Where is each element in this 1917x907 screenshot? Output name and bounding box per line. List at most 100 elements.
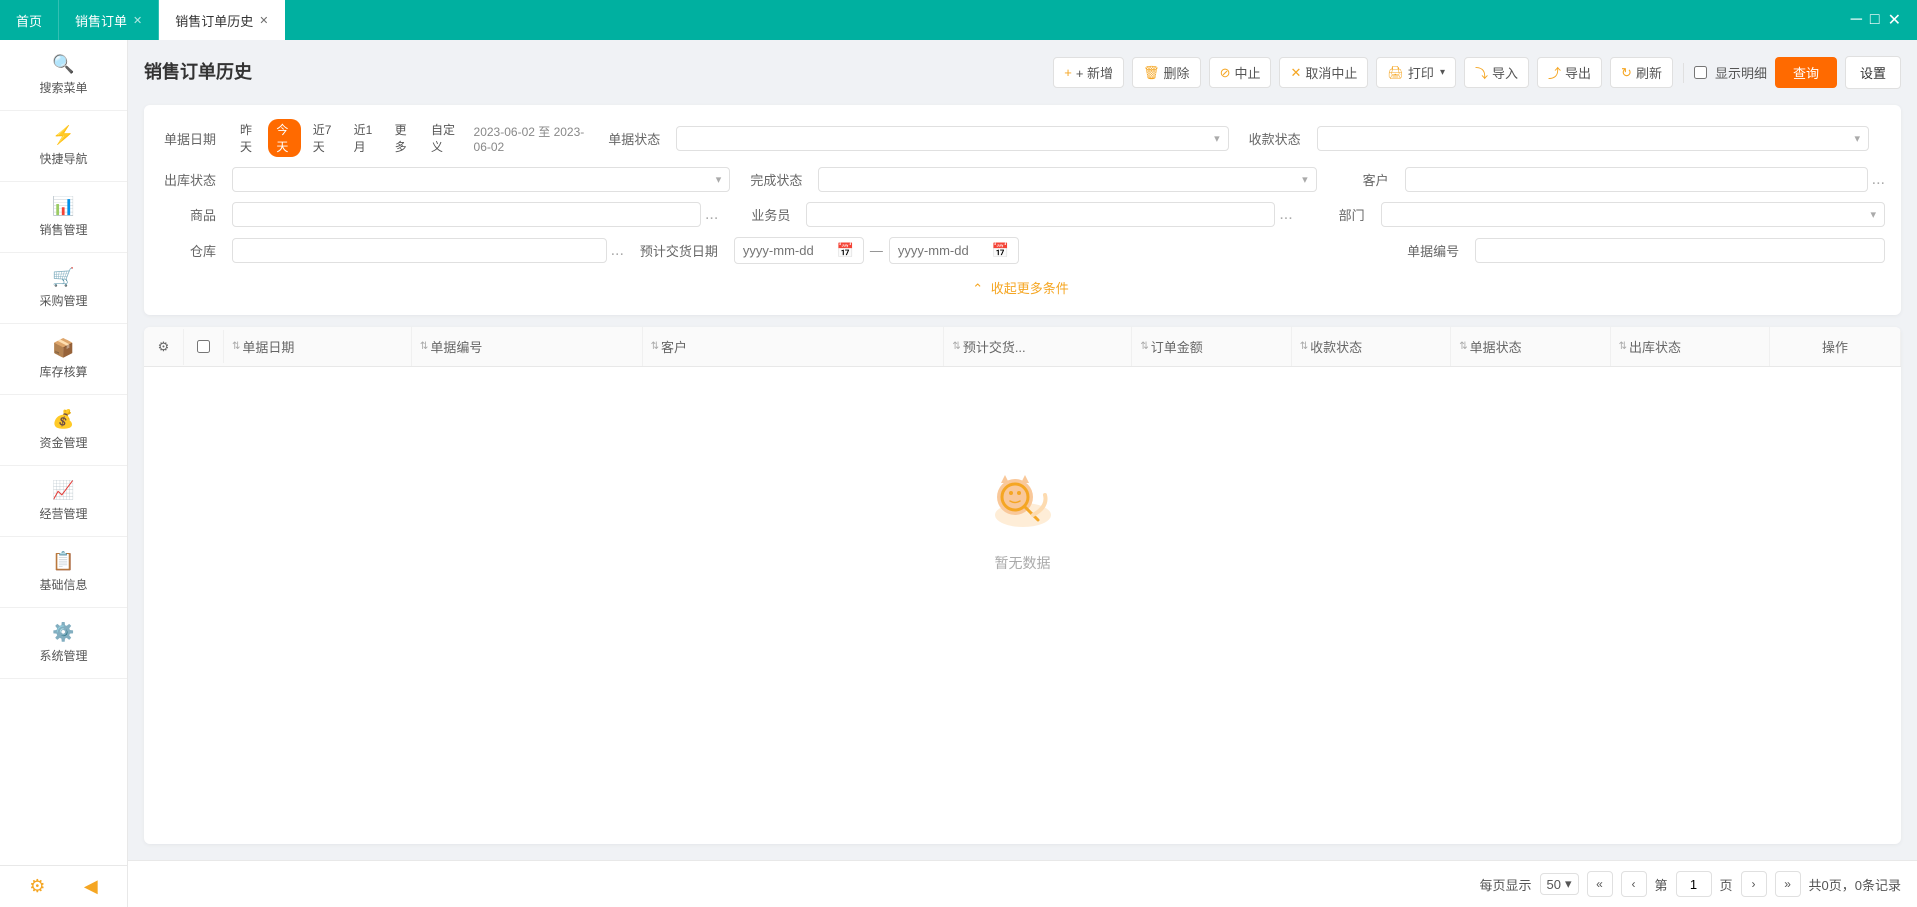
sidebar-item-label: 销售管理: [39, 221, 87, 238]
sidebar-item-purchase-mgmt[interactable]: 🛒 采购管理: [0, 253, 127, 324]
delivery-date-to-input[interactable]: [898, 243, 988, 258]
set-button[interactable]: 设置: [1845, 56, 1901, 89]
complete-status-arrow: ▾: [1302, 173, 1308, 186]
th-customer[interactable]: ⇅ 客户: [643, 327, 945, 366]
date-shortcut-custom[interactable]: 自定义: [423, 119, 464, 157]
date-shortcut-7days[interactable]: 近7天: [305, 119, 342, 157]
page-number-input[interactable]: [1676, 871, 1712, 897]
product-select[interactable]: [232, 202, 701, 227]
delete-button[interactable]: 🗑 删除: [1132, 57, 1201, 88]
select-all-checkbox[interactable]: [197, 340, 210, 353]
cancel-stop-button[interactable]: ✕ 取消中止: [1279, 57, 1368, 88]
delivery-date-from-input[interactable]: [743, 243, 833, 258]
print-icon: 🖨: [1387, 65, 1404, 81]
page-suffix: 页: [1720, 875, 1733, 894]
prev-page-button[interactable]: ‹: [1621, 871, 1647, 897]
collapse-sidebar-icon[interactable]: ◀: [84, 876, 98, 897]
pay-status-select[interactable]: ▾: [1317, 126, 1869, 151]
customer-control: ...: [1405, 167, 1885, 192]
date-shortcut-1month[interactable]: 近1月: [346, 119, 383, 157]
sidebar-item-label: 快捷导航: [39, 150, 87, 167]
sidebar: 🔍 搜索菜单 ⚡ 快捷导航 📊 销售管理 🛒 采购管理 📦 库存核算 💰 资金管…: [0, 40, 128, 907]
th-bill-status[interactable]: ⇅ 单据状态: [1451, 327, 1610, 366]
next-page-button[interactable]: ›: [1741, 871, 1767, 897]
product-dots[interactable]: ...: [705, 206, 718, 224]
complete-status-select[interactable]: ▾: [818, 167, 1316, 192]
filter-row-3: 商品 ... 业务员 ... 部门: [160, 202, 1885, 227]
display-checkbox[interactable]: [1694, 66, 1707, 79]
minimize-icon[interactable]: ─: [1851, 11, 1862, 29]
dept-select[interactable]: ▾: [1381, 202, 1885, 227]
delivery-date-control: 📅 — 📅: [734, 237, 1387, 264]
date-shortcuts: 昨天 今天 近7天 近1月 更多 自定义: [232, 119, 464, 157]
warehouse-dots[interactable]: ...: [611, 242, 624, 260]
export-button[interactable]: ⤴ 导出: [1537, 57, 1602, 88]
sidebar-item-label: 库存核算: [39, 363, 87, 380]
close-window-icon[interactable]: ✕: [1888, 10, 1901, 30]
salesperson-select[interactable]: [806, 202, 1275, 227]
new-button[interactable]: + + 新增: [1053, 57, 1124, 88]
settings-col-icon: ⚙: [158, 339, 170, 355]
display-toggle[interactable]: 显示明细: [1694, 63, 1767, 82]
bill-no-input[interactable]: [1475, 238, 1885, 263]
maximize-icon[interactable]: □: [1870, 11, 1880, 29]
query-button[interactable]: 查询: [1775, 57, 1837, 88]
sales-mgmt-icon: 📊: [52, 196, 74, 217]
refresh-button[interactable]: ↻ 刷新: [1610, 57, 1673, 88]
date-shortcut-today[interactable]: 今天: [268, 119, 300, 157]
tab-home-label: 首页: [16, 11, 42, 30]
warehouse-select[interactable]: [232, 238, 607, 263]
delivery-date-to[interactable]: 📅: [889, 237, 1019, 264]
window-controls: ─ □ ✕: [1851, 0, 1917, 40]
sidebar-item-quick-nav[interactable]: ⚡ 快捷导航: [0, 111, 127, 182]
import-button[interactable]: ⤵ 导入: [1464, 57, 1529, 88]
toolbar: + + 新增 🗑 删除 ⊘ 中止 ✕ 取消中止: [1053, 56, 1901, 89]
page-size-select[interactable]: 50 ▾: [1540, 873, 1579, 895]
sidebar-item-search-menu[interactable]: 🔍 搜索菜单: [0, 40, 127, 111]
sidebar-item-inventory[interactable]: 📦 库存核算: [0, 324, 127, 395]
th-amount[interactable]: ⇅ 订单金额: [1132, 327, 1291, 366]
th-billno[interactable]: ⇅ 单据编号: [412, 327, 643, 366]
customer-dots[interactable]: ...: [1872, 171, 1885, 189]
sidebar-item-sales-mgmt[interactable]: 📊 销售管理: [0, 182, 127, 253]
th-checkbox[interactable]: [184, 330, 224, 363]
stop-button[interactable]: ⊘ 中止: [1209, 57, 1272, 88]
collapse-label: 收起更多条件: [991, 281, 1069, 296]
out-status-select[interactable]: ▾: [232, 167, 730, 192]
first-page-button[interactable]: «: [1587, 871, 1613, 897]
collapse-bar[interactable]: ⌃ 收起更多条件: [160, 274, 1885, 301]
print-button[interactable]: 🖨 打印: [1376, 57, 1456, 88]
delivery-date-from[interactable]: 📅: [734, 237, 864, 264]
close-tab-sales-order-history[interactable]: ✕: [259, 14, 268, 27]
date-shortcut-more[interactable]: 更多: [387, 119, 419, 157]
salesperson-dots[interactable]: ...: [1279, 206, 1292, 224]
refresh-label: 刷新: [1636, 63, 1662, 82]
date-control: 昨天 今天 近7天 近1月 更多 自定义 2023-06-02 至 2023-0…: [232, 119, 588, 157]
sidebar-item-operations[interactable]: 📈 经营管理: [0, 466, 127, 537]
sidebar-item-label: 经营管理: [39, 505, 87, 522]
tab-home[interactable]: 首页: [0, 0, 59, 40]
th-delivery[interactable]: ⇅ 预计交货...: [944, 327, 1132, 366]
sort-icon-out: ⇅: [1619, 341, 1627, 352]
close-tab-sales-order[interactable]: ✕: [133, 14, 142, 27]
refresh-icon: ↻: [1621, 65, 1632, 81]
settings-icon[interactable]: ⚙: [29, 876, 45, 897]
th-out-status[interactable]: ⇅ 出库状态: [1611, 327, 1770, 366]
th-pay-status[interactable]: ⇅ 收款状态: [1292, 327, 1451, 366]
th-settings[interactable]: ⚙: [144, 329, 184, 365]
bill-status-select[interactable]: ▾: [676, 126, 1228, 151]
last-page-button[interactable]: »: [1775, 871, 1801, 897]
sidebar-item-sys-mgmt[interactable]: ⚙️ 系统管理: [0, 608, 127, 679]
tab-sales-order[interactable]: 销售订单 ✕: [59, 0, 159, 40]
tab-sales-order-history[interactable]: 销售订单历史 ✕: [159, 0, 285, 40]
date-range: 2023-06-02 至 2023-06-02: [474, 123, 589, 154]
sidebar-item-basic-info[interactable]: 📋 基础信息: [0, 537, 127, 608]
bill-no-label: 单据编号: [1403, 241, 1459, 260]
th-date[interactable]: ⇅ 单据日期: [224, 327, 412, 366]
bill-no-placeholder: [1484, 243, 1488, 258]
display-label: 显示明细: [1715, 63, 1767, 82]
sidebar-item-finance[interactable]: 💰 资金管理: [0, 395, 127, 466]
th-customer-label: 客户: [661, 337, 687, 356]
date-shortcut-yesterday[interactable]: 昨天: [232, 119, 264, 157]
customer-select[interactable]: [1405, 167, 1868, 192]
